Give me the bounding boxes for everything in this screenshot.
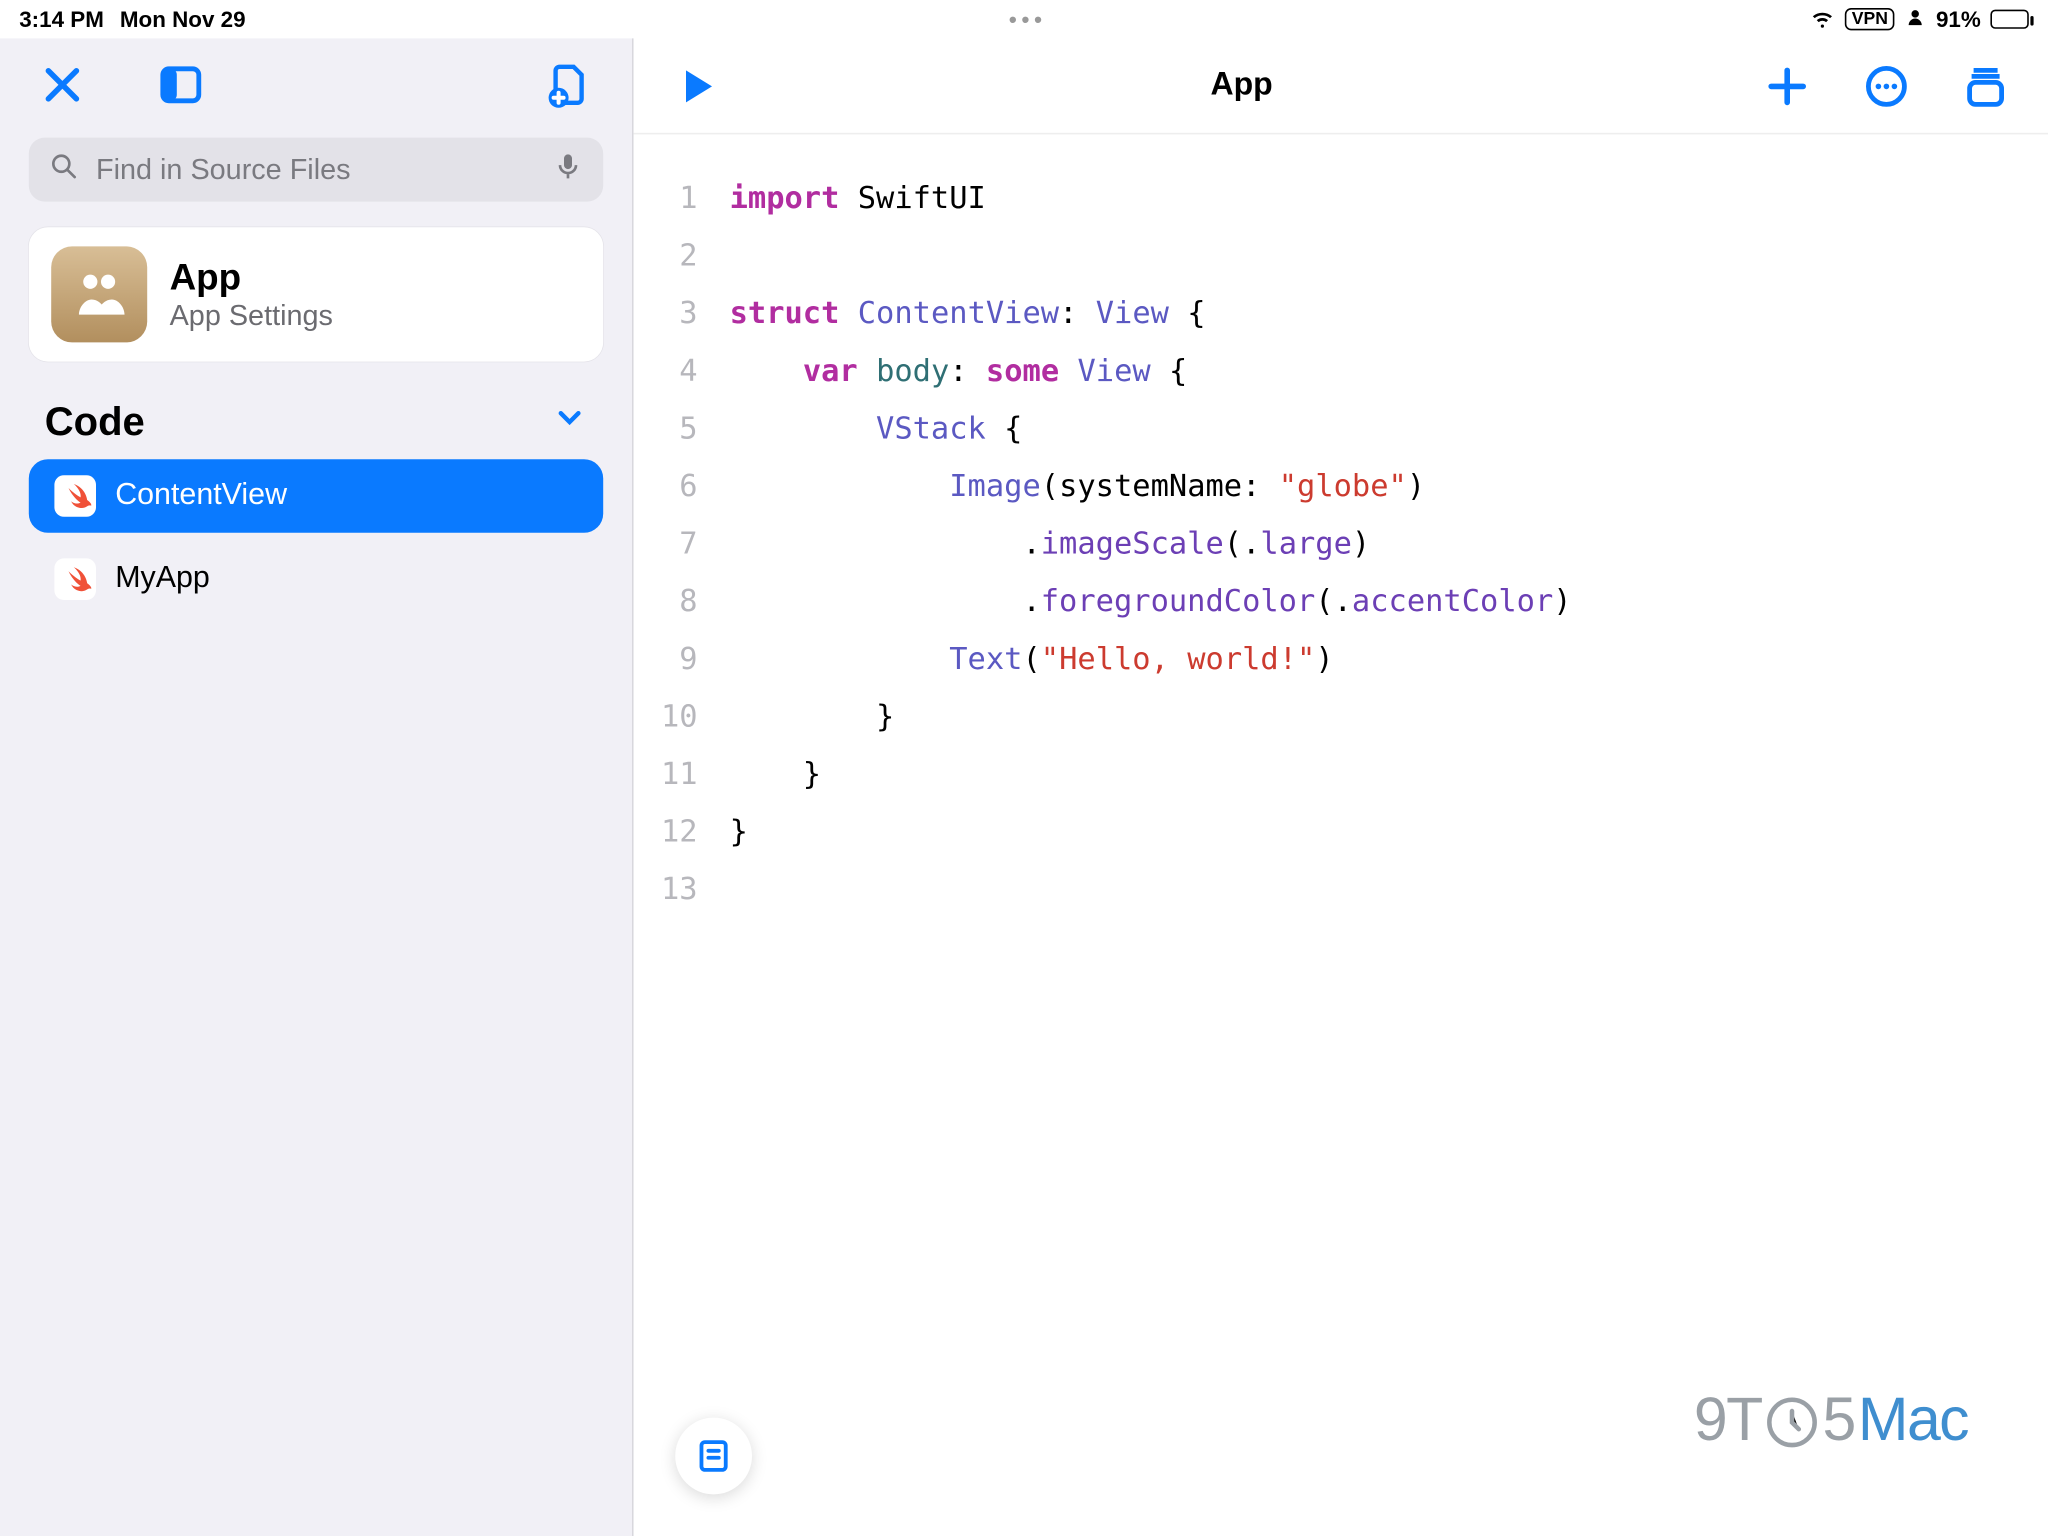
sidebar: App App Settings Code ContentView MyApp (0, 38, 634, 1536)
code-content[interactable]: import SwiftUI struct ContentView: View … (730, 170, 2048, 1536)
battery-percent: 91% (1936, 6, 1981, 32)
file-label: ContentView (115, 478, 287, 513)
library-icon[interactable] (1958, 58, 2012, 112)
search-input[interactable] (96, 153, 536, 187)
dictation-icon[interactable] (552, 150, 584, 190)
new-file-icon[interactable] (542, 58, 596, 112)
status-date: Mon Nov 29 (120, 6, 246, 32)
file-list: ContentView MyApp (0, 459, 632, 616)
wifi-icon (1810, 4, 1836, 34)
file-item-myapp[interactable]: MyApp (29, 542, 603, 616)
vpn-badge: VPN (1845, 8, 1894, 30)
swift-icon (54, 558, 96, 600)
swift-icon (54, 475, 96, 517)
multitask-handle[interactable]: ••• (1009, 6, 1047, 32)
battery-icon (1990, 10, 2028, 29)
app-title: App (170, 256, 333, 299)
sidebar-toggle-icon[interactable] (154, 58, 208, 112)
section-label: Code (45, 400, 145, 446)
run-button[interactable] (669, 58, 723, 112)
app-icon (51, 246, 147, 342)
editor-pane: App 12345678910111213 import SwiftUI str… (634, 38, 2048, 1536)
watermark: 9T 5 Mac (1694, 1387, 1968, 1456)
close-icon[interactable] (35, 58, 89, 112)
status-time: 3:14 PM (19, 6, 104, 32)
chevron-down-icon (552, 400, 587, 446)
more-icon[interactable] (1859, 58, 1913, 112)
editor-title: App (723, 67, 1760, 104)
app-settings-card[interactable]: App App Settings (29, 227, 603, 361)
code-section-header[interactable]: Code (0, 371, 632, 459)
search-field[interactable] (29, 138, 603, 202)
add-button[interactable] (1760, 58, 1814, 112)
code-editor[interactable]: 12345678910111213 import SwiftUI struct … (634, 134, 2048, 1536)
user-icon (1904, 6, 1926, 33)
documentation-button[interactable] (675, 1418, 752, 1495)
app-subtitle: App Settings (170, 299, 333, 333)
status-bar: 3:14 PM Mon Nov 29 ••• VPN 91% (0, 0, 2048, 38)
file-item-contentview[interactable]: ContentView (29, 459, 603, 533)
search-icon (48, 150, 80, 190)
file-label: MyApp (115, 562, 210, 597)
line-gutter: 12345678910111213 (634, 170, 730, 1536)
